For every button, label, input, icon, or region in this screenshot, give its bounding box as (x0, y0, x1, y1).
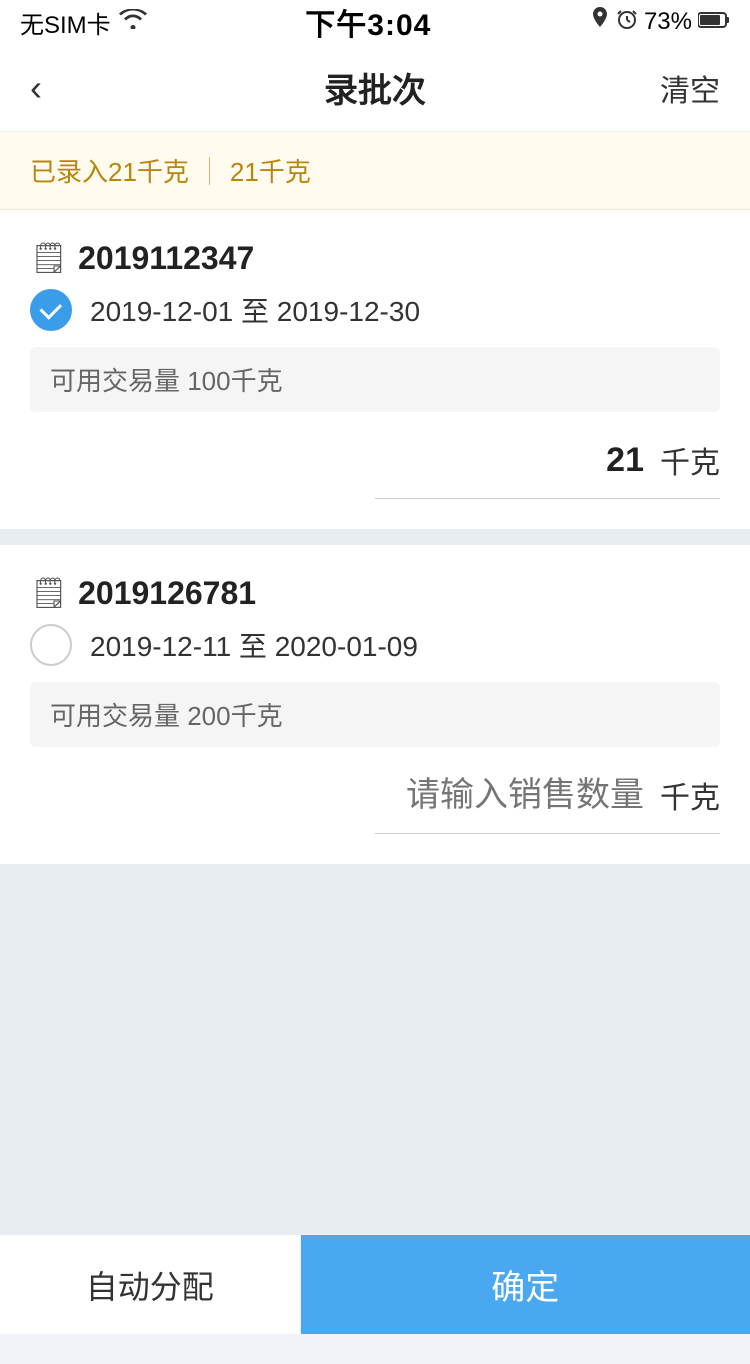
batch-1-available: 可用交易量 100千克 (30, 347, 720, 412)
batch-2-radio[interactable] (30, 624, 72, 666)
batch-1-date-row: 2019-12-01 至 2019-12-30 (30, 289, 720, 331)
batch-1-card: 🗒 2019112347 2019-12-01 至 2019-12-30 可用交… (0, 210, 750, 529)
batch-2-quantity-underline (375, 833, 720, 834)
main-content: 🗒 2019112347 2019-12-01 至 2019-12-30 可用交… (0, 210, 750, 1364)
batch-1-quantity-unit: 千克 (660, 438, 720, 482)
page-title: 录批次 (324, 63, 426, 112)
status-bar: 无SIM卡 下午3:04 73% (0, 0, 750, 44)
batch-2-quantity-unit: 千克 (660, 773, 720, 817)
nav-bar: ‹ 录批次 清空 (0, 44, 750, 132)
batch-2-quantity-row: 千克 (30, 763, 720, 833)
batch-2-available: 可用交易量 200千克 (30, 682, 720, 747)
info-banner-label: 已录入21千克 (30, 152, 189, 189)
batch-1-icon: 🗒 (30, 241, 68, 276)
batch-1-radio[interactable] (30, 289, 72, 331)
batch-2-date-row: 2019-12-11 至 2020-01-09 (30, 624, 720, 666)
status-right: 73% (590, 7, 730, 38)
batch-2-id: 2019126781 (78, 575, 256, 612)
status-left: 无SIM卡 (20, 5, 147, 40)
info-banner-divider (209, 157, 210, 185)
auto-distribute-button[interactable]: 自动分配 (0, 1235, 301, 1334)
batch-2-icon: 🗒 (30, 576, 68, 611)
batch-2-card: 🗒 2019126781 2019-12-11 至 2020-01-09 可用交… (0, 545, 750, 864)
section-divider-1 (0, 529, 750, 545)
batch-1-quantity-row: 21 千克 (30, 428, 720, 498)
back-button[interactable]: ‹ (30, 67, 90, 109)
footer: 自动分配 确定 (0, 1234, 750, 1334)
batch-2-header: 🗒 2019126781 (30, 575, 720, 612)
wifi-icon (119, 8, 147, 36)
batch-1-header: 🗒 2019112347 (30, 240, 720, 277)
bottom-empty-area (0, 864, 750, 1264)
status-time: 下午3:04 (305, 0, 431, 44)
battery-icon (698, 8, 730, 36)
info-banner-value: 21千克 (230, 152, 311, 189)
batch-1-date: 2019-12-01 至 2019-12-30 (90, 290, 420, 330)
info-banner: 已录入21千克 21千克 (0, 132, 750, 210)
batch-1-quantity-underline (375, 498, 720, 499)
batch-2-quantity-input[interactable] (344, 776, 644, 815)
battery-percent: 73% (644, 8, 692, 36)
confirm-button[interactable]: 确定 (301, 1235, 750, 1334)
alarm-icon (616, 8, 638, 37)
batch-2-date: 2019-12-11 至 2020-01-09 (90, 625, 418, 665)
location-icon (590, 7, 610, 38)
clear-button[interactable]: 清空 (660, 66, 720, 110)
batch-1-id: 2019112347 (78, 240, 254, 277)
sim-text: 无SIM卡 (20, 5, 111, 40)
batch-1-quantity-value: 21 (606, 441, 644, 480)
